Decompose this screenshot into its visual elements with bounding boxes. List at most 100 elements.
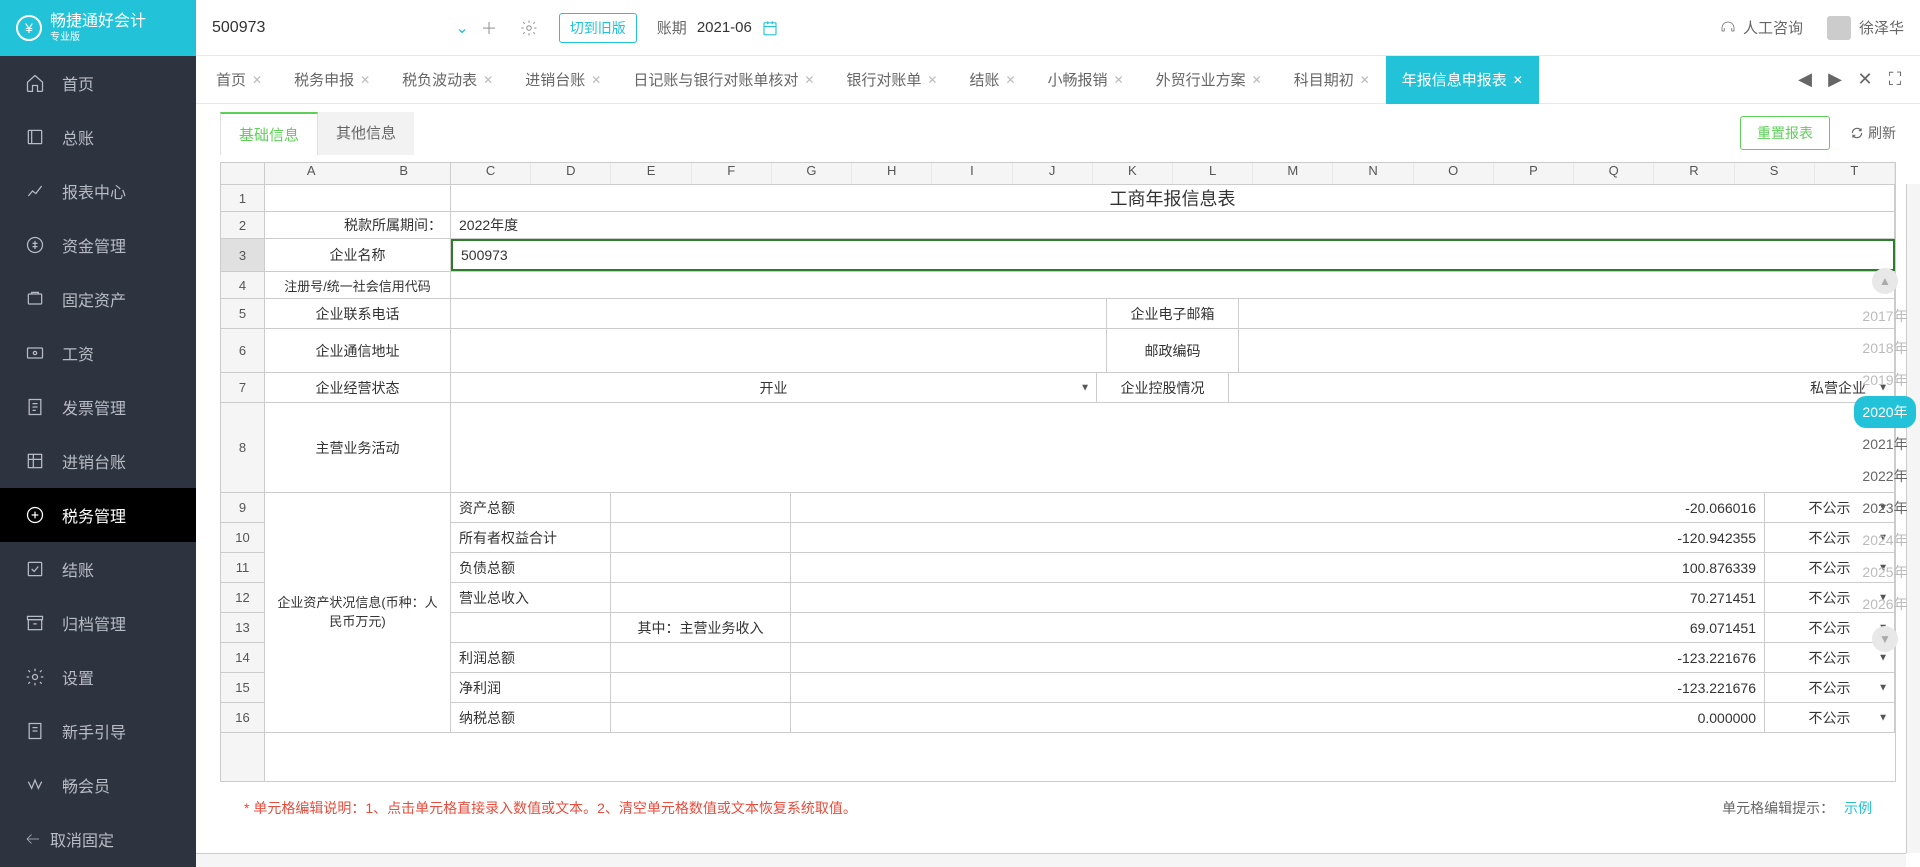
cell[interactable] bbox=[1239, 329, 1895, 372]
tab-close-icon[interactable]: ✕ bbox=[483, 73, 493, 87]
tab-close-icon[interactable]: ✕ bbox=[1005, 73, 1015, 87]
tab[interactable]: 银行对账单✕ bbox=[830, 56, 953, 104]
consult-button[interactable]: 人工咨询 bbox=[1719, 17, 1803, 38]
nav-item-ledger[interactable]: 进销台账 bbox=[0, 434, 196, 488]
nav-item-home[interactable]: 首页 bbox=[0, 56, 196, 110]
row-header[interactable]: 3 bbox=[221, 239, 264, 272]
disclosure-dropdown[interactable]: 不公示 bbox=[1765, 703, 1895, 732]
scrollbar-horizontal[interactable] bbox=[196, 853, 1906, 867]
cell[interactable] bbox=[265, 185, 451, 211]
col-header[interactable]: F bbox=[692, 163, 772, 184]
gear-icon[interactable] bbox=[519, 18, 539, 38]
col-header[interactable]: I bbox=[932, 163, 1012, 184]
col-header[interactable]: G bbox=[772, 163, 852, 184]
tab-close-icon[interactable]: ✕ bbox=[927, 73, 937, 87]
col-header[interactable]: J bbox=[1013, 163, 1093, 184]
year-option[interactable]: 2025年 bbox=[1854, 556, 1915, 588]
tab-close-icon[interactable]: ✕ bbox=[1252, 73, 1262, 87]
row-header[interactable]: 4 bbox=[221, 272, 264, 299]
nav-item-vip[interactable]: 畅会员 bbox=[0, 758, 196, 812]
tab[interactable]: 首页✕ bbox=[200, 56, 278, 104]
col-header[interactable]: K bbox=[1093, 163, 1173, 184]
tab[interactable]: 税务申报✕ bbox=[278, 56, 386, 104]
year-up-icon[interactable]: ▲ bbox=[1872, 268, 1898, 294]
year-option[interactable]: 2023年 bbox=[1854, 492, 1915, 524]
col-header[interactable]: S bbox=[1735, 163, 1815, 184]
col-header[interactable]: O bbox=[1414, 163, 1494, 184]
cell-value[interactable]: -120.942355 bbox=[791, 523, 1765, 552]
tab-close-icon[interactable]: ✕ bbox=[360, 73, 370, 87]
nav-item-close[interactable]: 结账 bbox=[0, 542, 196, 596]
row-header[interactable]: 15 bbox=[221, 673, 264, 703]
cell-value[interactable]: -123.221676 bbox=[791, 673, 1765, 702]
cell-company-name[interactable]: 500973 bbox=[451, 239, 1895, 271]
nav-item-money[interactable]: 资金管理 bbox=[0, 218, 196, 272]
cell[interactable] bbox=[1239, 299, 1895, 328]
nav-item-guide[interactable]: 新手引导 bbox=[0, 704, 196, 758]
nav-item-tax[interactable]: 税务管理 bbox=[0, 488, 196, 542]
tab-close-icon[interactable]: ✕ bbox=[591, 73, 601, 87]
disclosure-dropdown[interactable]: 不公示 bbox=[1765, 673, 1895, 702]
cell[interactable] bbox=[611, 553, 791, 582]
cell[interactable] bbox=[611, 643, 791, 672]
plus-icon[interactable] bbox=[479, 18, 499, 38]
cell-value[interactable]: 70.271451 bbox=[791, 583, 1765, 612]
col-header[interactable]: E bbox=[611, 163, 691, 184]
row-header[interactable]: 12 bbox=[221, 583, 264, 613]
col-header[interactable]: D bbox=[531, 163, 611, 184]
row-header[interactable]: 14 bbox=[221, 643, 264, 673]
fullscreen-icon[interactable]: ⛶ bbox=[1880, 65, 1910, 95]
col-header[interactable]: C bbox=[451, 163, 531, 184]
cell[interactable] bbox=[451, 272, 1895, 298]
tab[interactable]: 日记账与银行对账单核对✕ bbox=[617, 56, 830, 104]
cell[interactable] bbox=[611, 703, 791, 732]
tab-close-icon[interactable]: ✕ bbox=[804, 73, 814, 87]
row-header[interactable]: 9 bbox=[221, 493, 264, 523]
row-header[interactable]: 8 bbox=[221, 403, 264, 493]
col-header[interactable]: A bbox=[265, 163, 358, 184]
subtab-basic[interactable]: 基础信息 bbox=[220, 112, 318, 155]
col-header[interactable]: R bbox=[1654, 163, 1734, 184]
row-header[interactable]: 6 bbox=[221, 329, 264, 373]
cell-value[interactable]: -20.066016 bbox=[791, 493, 1765, 522]
cell-value[interactable]: -123.221676 bbox=[791, 643, 1765, 672]
nav-item-asset[interactable]: 固定资产 bbox=[0, 272, 196, 326]
row-header[interactable]: 11 bbox=[221, 553, 264, 583]
year-option[interactable]: 2026年 bbox=[1854, 588, 1915, 620]
year-option[interactable]: 2019年 bbox=[1854, 364, 1915, 396]
tabs-next-icon[interactable]: ▶ bbox=[1820, 65, 1850, 95]
tab[interactable]: 小畅报销✕ bbox=[1032, 56, 1140, 104]
year-option[interactable]: 2017年 bbox=[1854, 300, 1915, 332]
cell[interactable] bbox=[451, 299, 1107, 328]
year-option[interactable]: 2018年 bbox=[1854, 332, 1915, 364]
year-option[interactable]: 2024年 bbox=[1854, 524, 1915, 556]
col-header[interactable]: M bbox=[1253, 163, 1333, 184]
year-down-icon[interactable]: ▼ bbox=[1872, 626, 1898, 652]
demo-link[interactable]: 示例 bbox=[1844, 800, 1872, 816]
year-option[interactable]: 2020年 bbox=[1854, 396, 1915, 428]
year-option[interactable]: 2022年 bbox=[1854, 460, 1915, 492]
tab-close-icon[interactable]: ✕ bbox=[1114, 73, 1124, 87]
cell-value[interactable]: 0.000000 bbox=[791, 703, 1765, 732]
nav-item-invoice[interactable]: 发票管理 bbox=[0, 380, 196, 434]
tab[interactable]: 进销台账✕ bbox=[509, 56, 617, 104]
cell[interactable] bbox=[451, 613, 611, 642]
col-header[interactable]: B bbox=[358, 163, 451, 184]
cell[interactable] bbox=[611, 523, 791, 552]
cell[interactable] bbox=[611, 583, 791, 612]
unpin-button[interactable]: 取消固定 bbox=[24, 827, 114, 851]
tab-close-icon[interactable]: ✕ bbox=[1513, 73, 1523, 87]
tab[interactable]: 年报信息申报表✕ bbox=[1386, 56, 1539, 104]
col-header[interactable]: N bbox=[1333, 163, 1413, 184]
tab-close-icon[interactable]: ✕ bbox=[252, 73, 262, 87]
cell[interactable] bbox=[451, 403, 1895, 492]
tab[interactable]: 科目期初✕ bbox=[1278, 56, 1386, 104]
col-header[interactable]: Q bbox=[1574, 163, 1654, 184]
col-header[interactable]: L bbox=[1173, 163, 1253, 184]
refresh-button[interactable]: 刷新 bbox=[1850, 123, 1896, 143]
company-select[interactable]: 500973 ⌄ bbox=[212, 18, 469, 38]
switch-old-button[interactable]: 切到旧版 bbox=[559, 13, 637, 43]
status-dropdown[interactable]: 开业 bbox=[451, 373, 1097, 402]
period-value[interactable]: 2021-06 bbox=[697, 19, 752, 36]
cell-value[interactable]: 100.876339 bbox=[791, 553, 1765, 582]
